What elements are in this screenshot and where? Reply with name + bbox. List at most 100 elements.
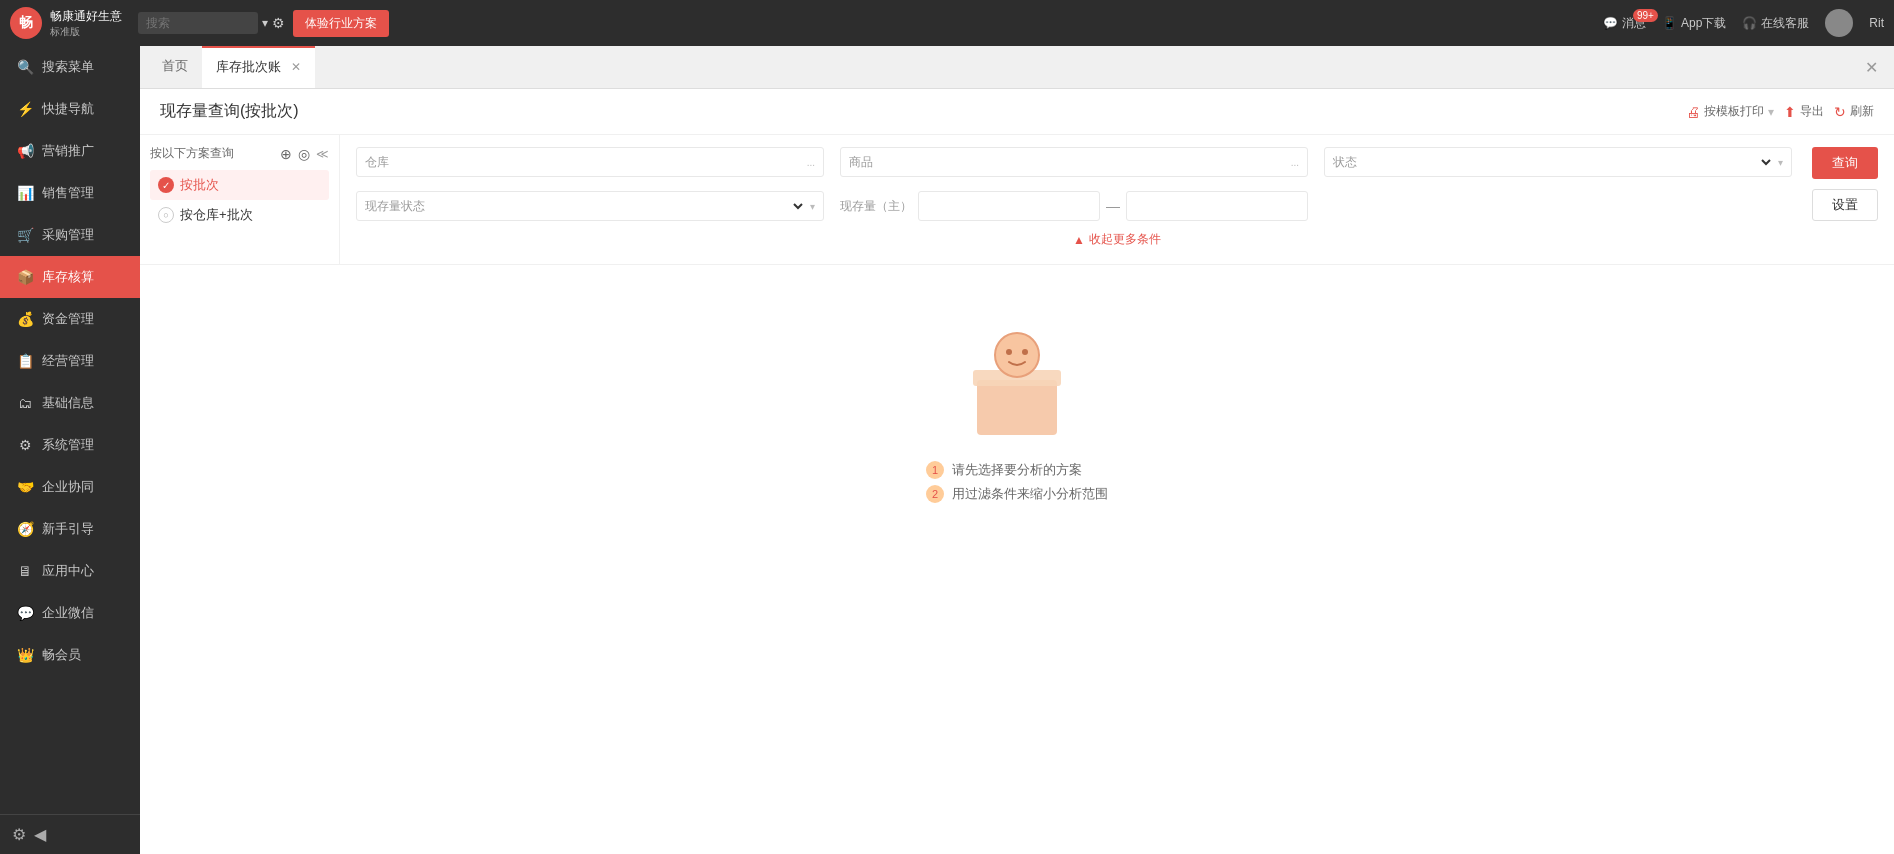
empty-svg (957, 325, 1077, 445)
enterprise-icon: 🤝 (16, 478, 34, 496)
filter-row-1: 仓库 ... 商品 ... (356, 147, 1792, 177)
marketing-icon: 📢 (16, 142, 34, 160)
sidebar-item-operations[interactable]: 📋 经营管理 (0, 340, 140, 382)
refresh-btn[interactable]: ↻ 刷新 (1834, 103, 1874, 120)
sidebar-settings-btn[interactable]: ⚙ (12, 825, 26, 844)
sidebar-bottom: ⚙ ◀ (0, 814, 140, 854)
sidebar-label-quick-nav: 快捷导航 (42, 100, 94, 118)
tab-close-btn[interactable]: ✕ (291, 60, 301, 74)
warehouse-dots-btn[interactable]: ... (807, 157, 815, 168)
empty-state: 1 请先选择要分析的方案 2 用过滤条件来缩小分析范围 (140, 265, 1894, 563)
sidebar-collapse-btn[interactable]: ◀ (34, 825, 46, 844)
sidebar-item-purchase[interactable]: 🛒 采购管理 (0, 214, 140, 256)
status-select-wrap[interactable]: 状态 全部 正常 停用 ▾ (1324, 147, 1792, 177)
stock-main-from-input[interactable] (927, 199, 1091, 213)
print-btn[interactable]: 🖨 按模板打印 ▾ (1686, 103, 1774, 120)
stock-main-dash: — (1106, 198, 1120, 214)
export-btn[interactable]: ⬆ 导出 (1784, 103, 1824, 120)
sidebar-item-inventory[interactable]: 📦 库存核算 (0, 256, 140, 298)
sidebar-label-purchase: 采购管理 (42, 226, 94, 244)
scheme-item-by-warehouse-batch[interactable]: ○ 按仓库+批次 (150, 200, 329, 230)
filter-settings-btn[interactable]: 设置 (1812, 189, 1878, 221)
sidebar-item-search[interactable]: 🔍 搜索菜单 (0, 46, 140, 88)
app-download-btn[interactable]: 📱 App下载 (1662, 15, 1726, 32)
svg-point-4 (1022, 349, 1028, 355)
operations-icon: 📋 (16, 352, 34, 370)
stock-status-label: 现存量状态 (365, 198, 425, 215)
sidebar-item-enterprise[interactable]: 🤝 企业协同 (0, 466, 140, 508)
product-dots-btn[interactable]: ... (1291, 157, 1299, 168)
warehouse-input-wrap[interactable]: 仓库 ... (356, 147, 824, 177)
add-scheme-btn[interactable]: ⊕ (280, 146, 292, 162)
sidebar-label-enterprise: 企业协同 (42, 478, 94, 496)
filter-status-group: 状态 全部 正常 停用 ▾ (1324, 147, 1792, 177)
sidebar-label-finance: 资金管理 (42, 310, 94, 328)
empty-hints: 1 请先选择要分析的方案 2 用过滤条件来缩小分析范围 (926, 461, 1108, 503)
main-layout: 🔍 搜索菜单 ⚡ 快捷导航 📢 营销推广 📊 销售管理 🛒 采购管理 📦 库存核… (0, 46, 1894, 854)
message-icon: 💬 (1603, 16, 1618, 30)
status-select[interactable]: 全部 正常 停用 (1361, 154, 1774, 170)
sidebar-item-quick-nav[interactable]: ⚡ 快捷导航 (0, 88, 140, 130)
industry-btn[interactable]: 体验行业方案 (293, 10, 389, 37)
sidebar-item-newbie[interactable]: 🧭 新手引导 (0, 508, 140, 550)
quick-nav-icon: ⚡ (16, 100, 34, 118)
sidebar-label-system: 系统管理 (42, 436, 94, 454)
collapse-btn[interactable]: ▲ 收起更多条件 (356, 227, 1878, 252)
scheme-active-dot: ✓ (158, 177, 174, 193)
sidebar-label-operations: 经营管理 (42, 352, 94, 370)
stock-main-to-input[interactable] (1135, 199, 1299, 213)
sidebar-item-wechat[interactable]: 💬 企业微信 (0, 592, 140, 634)
stock-status-select-wrap[interactable]: 现存量状态 全部 有货 无货 ▾ (356, 191, 824, 221)
close-all-tabs-btn[interactable]: ✕ (1857, 58, 1886, 77)
avatar[interactable] (1825, 9, 1853, 37)
stock-status-select[interactable]: 全部 有货 无货 (429, 198, 806, 214)
content-area: 首页 库存批次账 ✕ ✕ 现存量查询(按批次) 🖨 按模板打印 ▾ (140, 46, 1894, 854)
filter-row-2: 现存量状态 全部 有货 无货 ▾ (356, 191, 1792, 221)
product-input-wrap[interactable]: 商品 ... (840, 147, 1308, 177)
tab-inventory-batch[interactable]: 库存批次账 ✕ (202, 46, 315, 88)
search-input[interactable] (138, 12, 258, 34)
page-title: 现存量查询(按批次) (160, 101, 299, 122)
stock-main-to-wrap[interactable] (1126, 191, 1308, 221)
scheme-item-by-batch[interactable]: ✓ 按批次 (150, 170, 329, 200)
sidebar-label-basics: 基础信息 (42, 394, 94, 412)
query-btn[interactable]: 查询 (1812, 147, 1878, 179)
search-icon: 🔍 (16, 58, 34, 76)
status-chevron-icon: ▾ (1778, 157, 1783, 168)
sales-icon: 📊 (16, 184, 34, 202)
sidebar-item-appstore[interactable]: 🖥 应用中心 (0, 550, 140, 592)
filter-stock-main-group: 现存量（主） — (840, 191, 1308, 221)
messages-btn[interactable]: 💬 消息 99+ (1603, 15, 1646, 32)
sidebar-item-member[interactable]: 👑 畅会员 (0, 634, 140, 676)
app-logo: 畅 (10, 7, 42, 39)
member-icon: 👑 (16, 646, 34, 664)
app-name: 畅康通好生意 标准版 (50, 8, 122, 39)
sidebar-label-inventory: 库存核算 (42, 268, 94, 286)
tab-home[interactable]: 首页 (148, 47, 202, 87)
appstore-icon: 🖥 (16, 562, 34, 580)
scheme-collapse-btn[interactable]: ≪ (316, 146, 329, 162)
topbar-gear-btn[interactable]: ⚙ (272, 15, 285, 31)
sidebar-item-sales[interactable]: 📊 销售管理 (0, 172, 140, 214)
search-dropdown-btn[interactable]: ▾ (262, 16, 268, 30)
scheme-panel: 按以下方案查询 ⊕ ◎ ≪ ✓ 按批次 ○ 按仓库+批次 (140, 135, 340, 264)
empty-hint-1: 1 请先选择要分析的方案 (926, 461, 1108, 479)
filter-area: 按以下方案查询 ⊕ ◎ ≪ ✓ 按批次 ○ 按仓库+批次 (140, 135, 1894, 265)
basics-icon: 🗂 (16, 394, 34, 412)
sidebar: 🔍 搜索菜单 ⚡ 快捷导航 📢 营销推广 📊 销售管理 🛒 采购管理 📦 库存核… (0, 46, 140, 854)
online-service-btn[interactable]: 🎧 在线客服 (1742, 15, 1809, 32)
scheme-settings-btn[interactable]: ◎ (298, 146, 310, 162)
system-icon: ⚙ (16, 436, 34, 454)
phone-icon: 📱 (1662, 16, 1677, 30)
sidebar-item-basics[interactable]: 🗂 基础信息 (0, 382, 140, 424)
sidebar-item-finance[interactable]: 💰 资金管理 (0, 298, 140, 340)
stock-main-from-wrap[interactable] (918, 191, 1100, 221)
status-label: 状态 (1333, 154, 1357, 171)
finance-icon: 💰 (16, 310, 34, 328)
product-input[interactable] (877, 155, 1291, 169)
sidebar-item-marketing[interactable]: 📢 营销推广 (0, 130, 140, 172)
warehouse-input[interactable] (393, 155, 807, 169)
export-icon: ⬆ (1784, 104, 1796, 120)
print-icon: 🖨 (1686, 104, 1700, 120)
sidebar-item-system[interactable]: ⚙ 系统管理 (0, 424, 140, 466)
